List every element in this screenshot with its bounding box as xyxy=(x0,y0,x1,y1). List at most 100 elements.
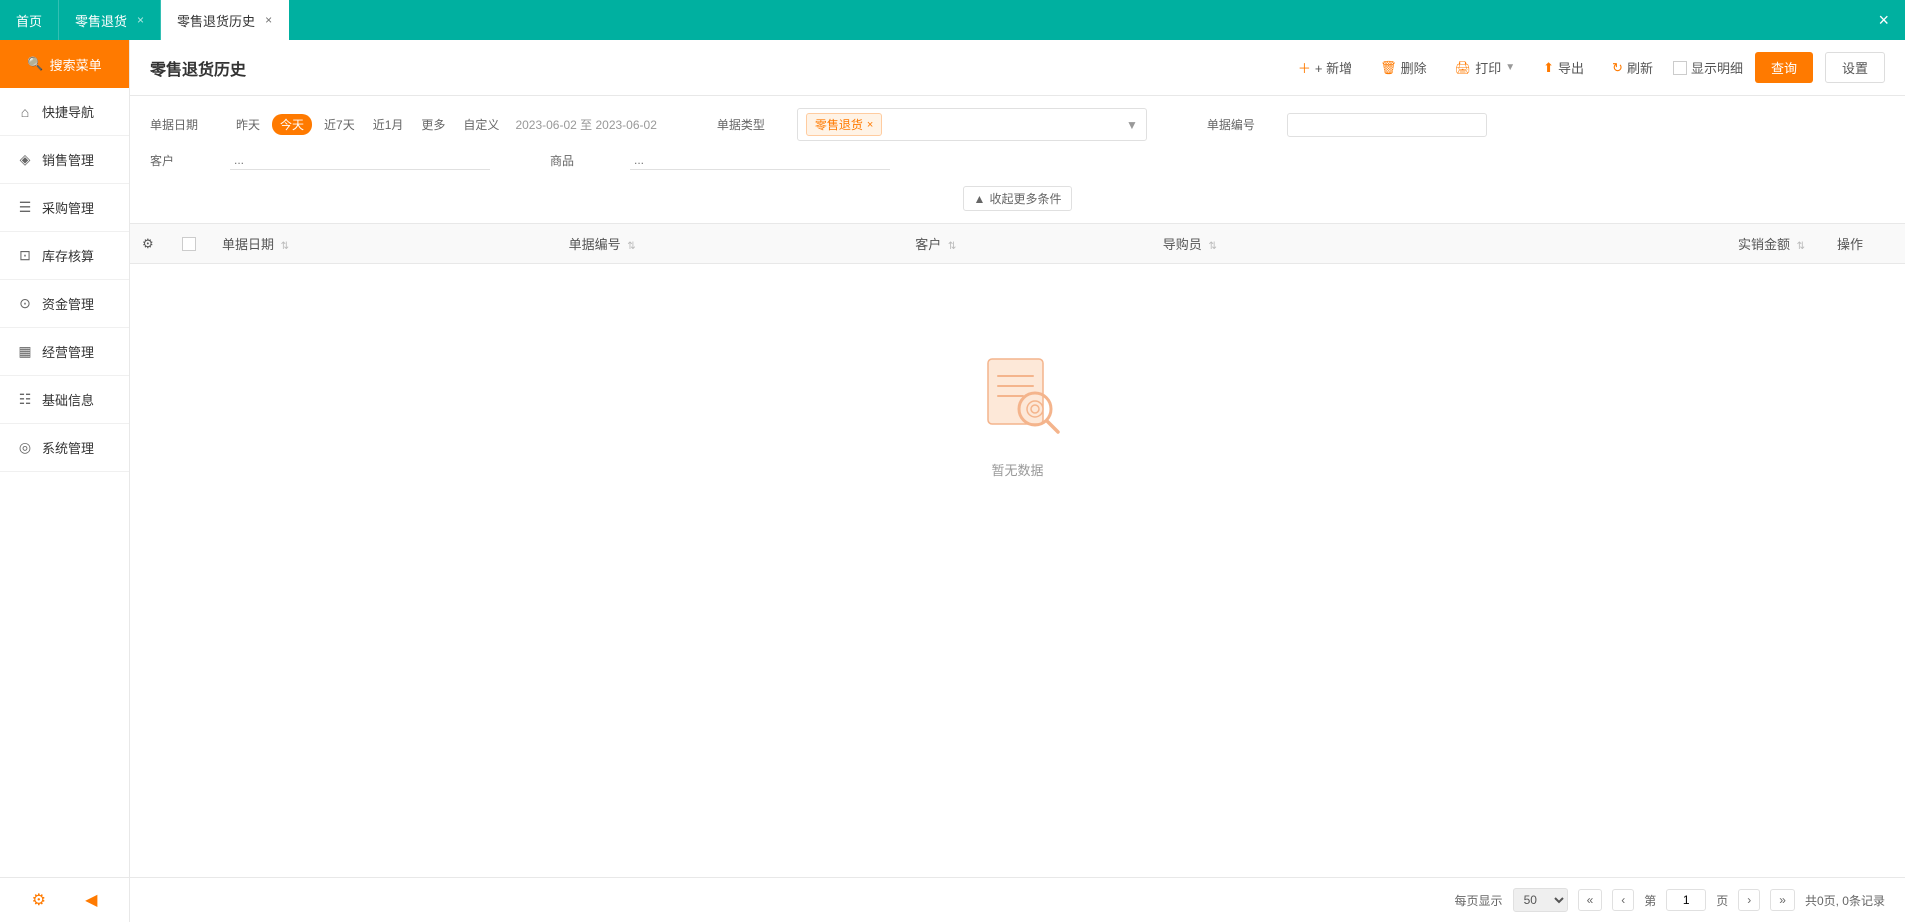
empty-illustration xyxy=(968,344,1068,444)
tab-retail-return[interactable]: 零售退货 × xyxy=(59,0,161,40)
customer-filter-label: 客户 xyxy=(150,152,210,169)
sidebar-item-quick-nav[interactable]: ⌂ 快捷导航 xyxy=(0,88,129,136)
window-close-button[interactable]: × xyxy=(1878,11,1889,29)
date-btn-custom[interactable]: 自定义 xyxy=(457,114,505,135)
th-guide-label: 导购员 xyxy=(1163,237,1202,252)
basic-info-icon: ☷ xyxy=(16,391,34,409)
collapse-up-icon: ▲ xyxy=(974,192,986,206)
date-filter-buttons: 昨天 今天 近7天 近1月 更多 自定义 2023-06-02 至 2023-0… xyxy=(230,114,657,135)
delete-label: 删除 xyxy=(1401,58,1427,77)
table-header-row: ⚙ 单据日期 ⇅ 单据编号 ⇅ 客户 xyxy=(130,224,1905,264)
total-label: 共0页, 0条记录 xyxy=(1805,892,1885,909)
prev-page-button[interactable]: ‹ xyxy=(1612,889,1634,911)
date-filter-label: 单据日期 xyxy=(150,116,210,133)
th-customer[interactable]: 客户 ⇅ xyxy=(903,224,1151,264)
bill-no-input[interactable] xyxy=(1287,113,1487,137)
date-btn-7days[interactable]: 近7天 xyxy=(318,114,361,135)
th-checkbox[interactable] xyxy=(170,224,210,264)
th-guide[interactable]: 导购员 ⇅ xyxy=(1151,224,1448,264)
first-page-button[interactable]: « xyxy=(1578,889,1603,911)
date-btn-today[interactable]: 今天 xyxy=(272,114,312,135)
sidebar-item-operations[interactable]: ▦ 经营管理 xyxy=(0,328,129,376)
export-icon: ⬆ xyxy=(1543,60,1554,76)
tab-home-label: 首页 xyxy=(16,11,42,30)
print-button[interactable]: 🖨 打印 ▼ xyxy=(1447,54,1523,81)
type-filter-select[interactable]: 零售退货 × ▼ xyxy=(797,108,1147,141)
last-page-button[interactable]: » xyxy=(1770,889,1795,911)
new-icon: ＋ xyxy=(1298,58,1311,77)
export-button[interactable]: ⬆ 导出 xyxy=(1535,54,1592,81)
sidebar-item-finance[interactable]: ⊙ 资金管理 xyxy=(0,280,129,328)
tab-retail-return-label: 零售退货 xyxy=(75,11,127,30)
collapse-filter-label: 收起更多条件 xyxy=(989,190,1061,207)
th-action-label: 操作 xyxy=(1837,237,1863,252)
settings-gear-icon[interactable]: ⚙ xyxy=(32,890,46,910)
sidebar-item-purchase-label: 采购管理 xyxy=(42,198,94,217)
type-tag-close-icon[interactable]: × xyxy=(867,119,873,131)
search-icon: 🔍 xyxy=(27,56,43,72)
tab-retail-return-history-label: 零售退货历史 xyxy=(177,11,255,30)
next-page-button[interactable]: › xyxy=(1738,889,1760,911)
refresh-label: 刷新 xyxy=(1627,58,1653,77)
new-button[interactable]: ＋ + 新增 xyxy=(1290,54,1360,81)
th-bill-date[interactable]: 单据日期 ⇅ xyxy=(210,224,557,264)
tab-home[interactable]: 首页 xyxy=(0,0,59,40)
toolbar: ＋ + 新增 🗑 删除 🖨 打印 ▼ ⬆ 导出 ↻ xyxy=(1290,52,1885,83)
setting-button[interactable]: 设置 xyxy=(1825,52,1885,83)
print-label: 打印 xyxy=(1475,58,1501,77)
tab-retail-return-history[interactable]: 零售退货历史 × xyxy=(161,0,289,40)
amount-sort-icon: ⇅ xyxy=(1797,241,1805,252)
sidebar-item-sales-mgmt[interactable]: ◈ 销售管理 xyxy=(0,136,129,184)
sidebar-item-system-mgmt[interactable]: ◎ 系统管理 xyxy=(0,424,129,472)
page-suffix: 页 xyxy=(1716,892,1728,909)
page-header: 零售退货历史 ＋ + 新增 🗑 删除 🖨 打印 ▼ ⬆ 导出 xyxy=(130,40,1905,96)
top-bar: 首页 零售退货 × 零售退货历史 × × xyxy=(0,0,1905,40)
query-button[interactable]: 查询 xyxy=(1755,52,1813,83)
show-detail-toggle[interactable]: 显示明细 xyxy=(1673,58,1743,77)
customer-input[interactable] xyxy=(230,151,490,170)
page-input[interactable] xyxy=(1666,889,1706,911)
collapse-sidebar-icon[interactable]: ◀ xyxy=(85,890,97,910)
date-btn-1month[interactable]: 近1月 xyxy=(367,114,410,135)
new-label: + 新增 xyxy=(1315,58,1352,77)
th-bill-no[interactable]: 单据编号 ⇅ xyxy=(557,224,904,264)
inventory-icon: ⊡ xyxy=(16,247,34,265)
th-action: 操作 xyxy=(1825,224,1905,264)
th-amount[interactable]: 实销金额 ⇅ xyxy=(1448,224,1825,264)
delete-icon: 🗑 xyxy=(1380,60,1397,76)
bill-no-filter-label: 单据编号 xyxy=(1207,116,1267,133)
goods-input[interactable] xyxy=(630,151,890,170)
sidebar-search-label: 搜索菜单 xyxy=(50,55,102,74)
select-all-checkbox[interactable] xyxy=(182,237,196,251)
data-table: ⚙ 单据日期 ⇅ 单据编号 ⇅ 客户 xyxy=(130,224,1905,264)
page-label: 第 xyxy=(1644,892,1656,909)
sidebar-item-quick-nav-label: 快捷导航 xyxy=(42,102,94,121)
bill-date-sort-icon: ⇅ xyxy=(281,241,289,252)
date-range-display: 2023-06-02 至 2023-06-02 xyxy=(515,116,656,133)
collapse-filter-button[interactable]: ▲ 收起更多条件 xyxy=(963,186,1073,211)
sidebar-bottom: ⚙ ◀ xyxy=(0,877,129,922)
th-settings[interactable]: ⚙ xyxy=(130,224,170,264)
per-page-select[interactable]: 50 10 20 100 xyxy=(1513,888,1568,912)
tab-retail-return-close[interactable]: × xyxy=(137,13,144,27)
type-tag-text: 零售退货 xyxy=(815,116,863,133)
show-detail-checkbox[interactable] xyxy=(1673,61,1687,75)
refresh-button[interactable]: ↻ 刷新 xyxy=(1604,54,1661,81)
sidebar: 🔍 搜索菜单 ⌂ 快捷导航 ◈ 销售管理 ☰ 采购管理 ⊡ 库存核算 ⊙ 资金管… xyxy=(0,40,130,922)
filter-area: 单据日期 昨天 今天 近7天 近1月 更多 自定义 2023-06-02 至 2… xyxy=(130,96,1905,224)
type-select-chevron-icon: ▼ xyxy=(1126,118,1138,132)
sidebar-item-inventory[interactable]: ⊡ 库存核算 xyxy=(0,232,129,280)
guide-sort-icon: ⇅ xyxy=(1208,241,1216,252)
tab-retail-return-history-close[interactable]: × xyxy=(265,13,272,27)
delete-button[interactable]: 🗑 删除 xyxy=(1372,54,1435,81)
customer-sort-icon: ⇅ xyxy=(948,241,956,252)
export-label: 导出 xyxy=(1558,58,1584,77)
top-bar-right: × xyxy=(1878,11,1905,29)
table-header: ⚙ 单据日期 ⇅ 单据编号 ⇅ 客户 xyxy=(130,224,1905,264)
sidebar-item-purchase-mgmt[interactable]: ☰ 采购管理 xyxy=(0,184,129,232)
sidebar-item-basic-info[interactable]: ☷ 基础信息 xyxy=(0,376,129,424)
date-btn-more[interactable]: 更多 xyxy=(415,114,451,135)
tab-bar: 首页 零售退货 × 零售退货历史 × xyxy=(0,0,1878,40)
sidebar-search[interactable]: 🔍 搜索菜单 xyxy=(0,40,129,88)
date-btn-yesterday[interactable]: 昨天 xyxy=(230,114,266,135)
